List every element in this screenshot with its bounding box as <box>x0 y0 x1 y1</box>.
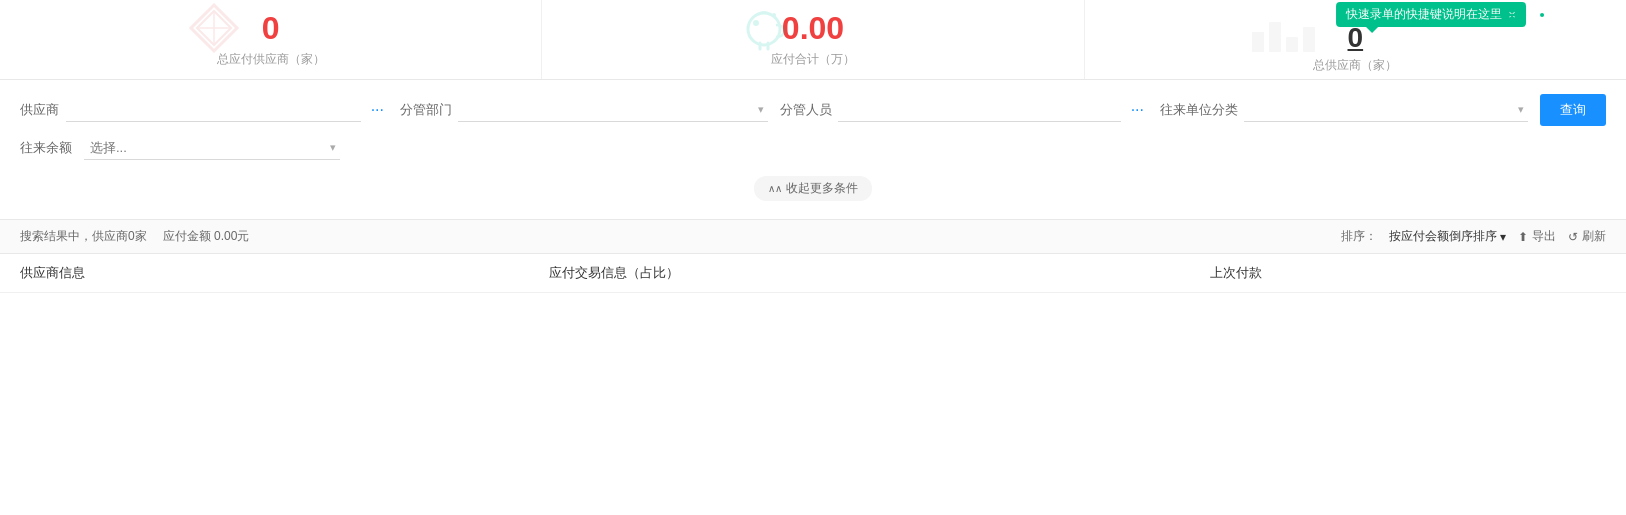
balance-label: 往来余额 <box>20 139 72 157</box>
query-button[interactable]: 查询 <box>1540 94 1606 126</box>
results-bar: 搜索结果中，供应商0家 应付金额 0.00元 排序： 按应付会额倒序排序 ▾ ⬆… <box>0 220 1626 254</box>
filter-area: 供应商 ··· 分管部门 ▾ 分管人员 ··· 往来单位分类 ▾ <box>0 80 1626 220</box>
export-icon: ⬆ <box>1518 230 1528 244</box>
svg-point-5 <box>753 20 759 26</box>
bar-chart-icon <box>1247 17 1317 52</box>
category-select-wrapper: ▾ <box>1244 98 1528 122</box>
sort-value-label: 按应付会额倒序排序 <box>1389 228 1497 245</box>
balance-input[interactable] <box>84 136 330 159</box>
export-label: 导出 <box>1532 228 1556 245</box>
stat-total-suppliers: 快速录单的快捷键说明在这里 × 0 总供应商（家） <box>1085 0 1626 79</box>
export-button[interactable]: ⬆ 导出 <box>1518 228 1556 245</box>
svg-rect-10 <box>1303 27 1315 52</box>
supplier-label: 供应商 <box>20 101 60 119</box>
balance-select-wrapper: ▾ <box>84 136 340 160</box>
stat-payable-total: 0.00 应付合计（万） <box>542 0 1084 79</box>
stat-total-payable-suppliers: 0 总应付供应商（家） <box>0 0 542 79</box>
col-lastpay-header: 上次付款 <box>1210 264 1607 282</box>
supplier-input[interactable] <box>66 98 361 122</box>
collapse-up-icon: ∧∧ <box>768 183 782 194</box>
total-payable-value: 0 <box>262 11 280 46</box>
collapse-row: ∧∧ 收起更多条件 <box>20 170 1606 211</box>
collapse-button[interactable]: ∧∧ 收起更多条件 <box>754 176 872 201</box>
category-label: 往来单位分类 <box>1160 101 1238 119</box>
results-actions: 排序： 按应付会额倒序排序 ▾ ⬆ 导出 ↺ 刷新 <box>1341 228 1606 245</box>
category-input[interactable] <box>1244 98 1518 121</box>
col-transaction-header: 应付交易信息（占比） <box>549 264 1210 282</box>
filter-dept: 分管部门 ▾ <box>400 98 768 122</box>
refresh-icon: ↺ <box>1568 230 1578 244</box>
dept-select-wrapper: ▾ <box>458 98 768 122</box>
filter-person: 分管人员 ··· <box>780 98 1148 122</box>
amount-label: 应付金额 0.00元 <box>163 228 250 245</box>
category-arrow-icon: ▾ <box>1518 103 1528 116</box>
dept-arrow-icon: ▾ <box>758 103 768 116</box>
tooltip-dot <box>1538 11 1546 19</box>
total-suppliers-label: 总供应商（家） <box>1313 57 1397 74</box>
balance-arrow-icon: ▾ <box>330 141 340 154</box>
results-summary: 搜索结果中，供应商0家 应付金额 0.00元 <box>20 228 249 245</box>
filter-row-2: 往来余额 ▾ <box>20 136 340 160</box>
dept-label: 分管部门 <box>400 101 452 119</box>
person-input[interactable] <box>838 98 1121 122</box>
sort-prefix: 排序： <box>1341 228 1377 245</box>
refresh-label: 刷新 <box>1582 228 1606 245</box>
supplier-more-btn[interactable]: ··· <box>367 101 388 119</box>
dept-input[interactable] <box>458 98 758 121</box>
svg-point-6 <box>772 13 776 17</box>
filter-category: 往来单位分类 ▾ <box>1160 98 1528 122</box>
svg-rect-9 <box>1286 37 1298 52</box>
col-supplier-header: 供应商信息 <box>20 264 549 282</box>
svg-rect-8 <box>1269 22 1281 52</box>
table-body <box>0 293 1626 515</box>
diamond-icon <box>187 1 242 56</box>
person-more-btn[interactable]: ··· <box>1127 101 1148 119</box>
filter-row-1: 供应商 ··· 分管部门 ▾ 分管人员 ··· 往来单位分类 ▾ <box>20 94 1606 126</box>
table-header: 供应商信息 应付交易信息（占比） 上次付款 <box>0 254 1626 293</box>
table-area: 供应商信息 应付交易信息（占比） 上次付款 <box>0 254 1626 515</box>
piggy-icon <box>736 0 796 57</box>
tooltip-text: 快速录单的快捷键说明在这里 <box>1346 6 1502 23</box>
collapse-label: 收起更多条件 <box>786 180 858 197</box>
filter-supplier: 供应商 ··· <box>20 98 388 122</box>
svg-point-4 <box>748 13 780 45</box>
refresh-button[interactable]: ↺ 刷新 <box>1568 228 1606 245</box>
search-count-label: 搜索结果中，供应商0家 <box>20 228 147 245</box>
sort-select[interactable]: 按应付会额倒序排序 ▾ <box>1389 228 1506 245</box>
sort-arrow-icon: ▾ <box>1500 230 1506 244</box>
stats-bar: 0 总应付供应商（家） 0.00 应付合计（万） 快 <box>0 0 1626 80</box>
person-label: 分管人员 <box>780 101 832 119</box>
svg-rect-7 <box>1252 32 1264 52</box>
shortcut-tooltip: 快速录单的快捷键说明在这里 × <box>1336 2 1526 27</box>
total-suppliers-value: 0 <box>1348 23 1364 54</box>
